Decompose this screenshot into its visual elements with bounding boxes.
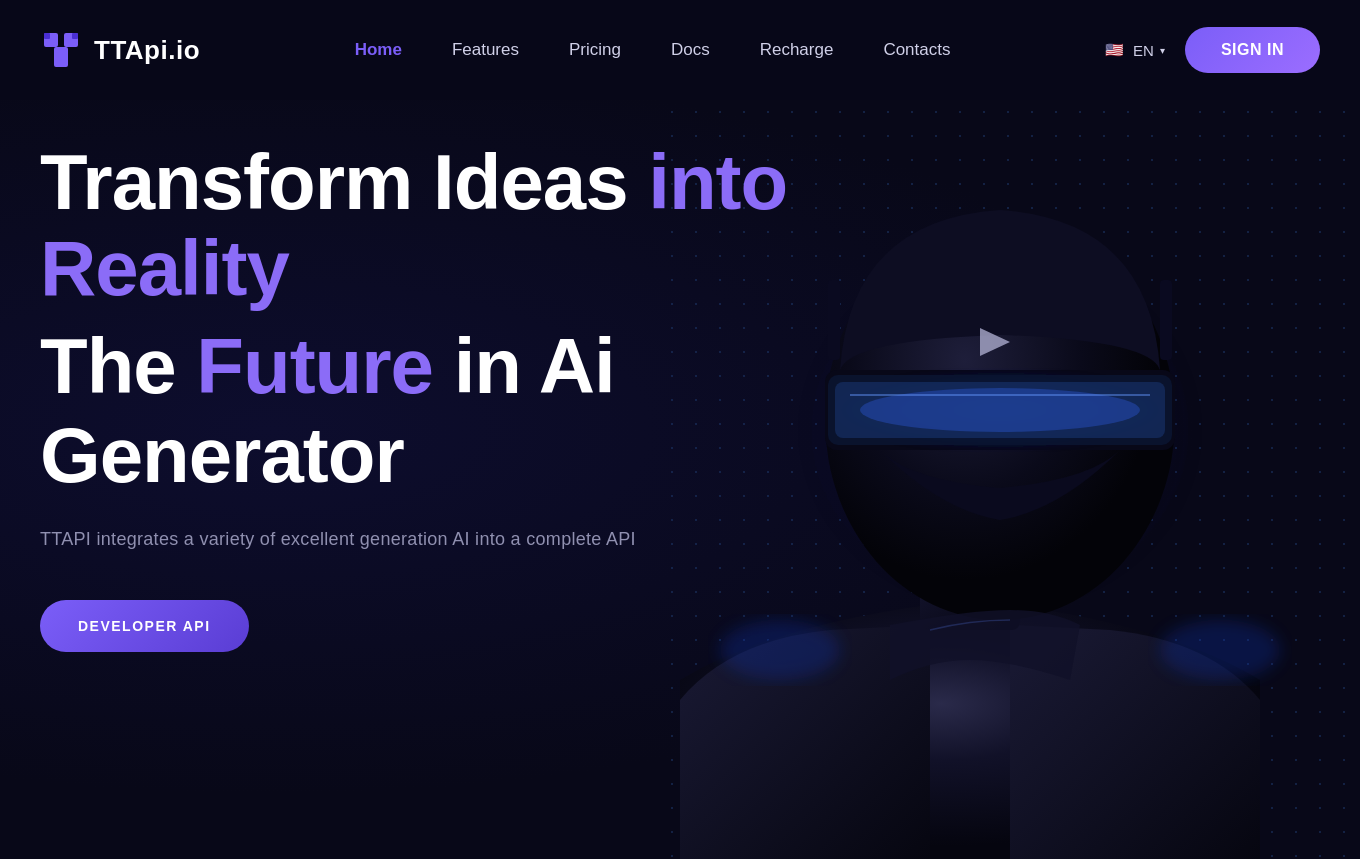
title-line1-before: Transform Ideas — [40, 138, 648, 226]
navbar: TTApi.io Home Features Pricing Docs Rech… — [0, 0, 1360, 100]
logo-link[interactable]: TTApi.io — [40, 29, 200, 71]
flag-icon: 🇺🇸 — [1105, 42, 1127, 58]
lang-code: EN — [1133, 42, 1154, 59]
nav-item-pricing[interactable]: Pricing — [569, 40, 621, 60]
nav-item-features[interactable]: Features — [452, 40, 519, 60]
chevron-down-icon: ▾ — [1160, 45, 1165, 56]
svg-rect-11 — [1160, 280, 1172, 360]
nav-item-contacts[interactable]: Contacts — [883, 40, 950, 60]
nav-link-docs[interactable]: Docs — [671, 40, 710, 59]
language-selector[interactable]: 🇺🇸 EN ▾ — [1105, 42, 1165, 59]
logo-text: TTApi.io — [94, 35, 200, 66]
title-line2-highlight: Future — [196, 322, 433, 410]
nav-item-recharge[interactable]: Recharge — [760, 40, 834, 60]
hero-subtitle: TTAPI integrates a variety of excellent … — [40, 529, 820, 550]
developer-api-button[interactable]: DEVELOPER API — [40, 600, 249, 652]
svg-rect-16 — [54, 47, 68, 67]
hero-title-line1: Transform Ideas into Reality — [40, 140, 960, 312]
nav-link-contacts[interactable]: Contacts — [883, 40, 950, 59]
logo-icon — [40, 29, 82, 71]
sign-in-button[interactable]: SIGN IN — [1185, 27, 1320, 73]
hero-title-line2: The Future in Ai Generator — [40, 322, 960, 501]
title-line2-before: The — [40, 322, 196, 410]
nav-link-features[interactable]: Features — [452, 40, 519, 59]
hero-content: Transform Ideas into Reality The Future … — [40, 140, 960, 652]
nav-link-recharge[interactable]: Recharge — [760, 40, 834, 59]
svg-rect-17 — [44, 33, 50, 39]
nav-right: 🇺🇸 EN ▾ SIGN IN — [1105, 27, 1320, 73]
nav-link-home[interactable]: Home — [355, 40, 402, 59]
nav-item-home[interactable]: Home — [355, 40, 402, 60]
hero-section: Transform Ideas into Reality The Future … — [0, 0, 1360, 859]
nav-item-docs[interactable]: Docs — [671, 40, 710, 60]
nav-links: Home Features Pricing Docs Recharge Cont… — [355, 40, 951, 60]
svg-rect-18 — [72, 33, 78, 39]
svg-point-13 — [1160, 620, 1280, 680]
nav-link-pricing[interactable]: Pricing — [569, 40, 621, 59]
